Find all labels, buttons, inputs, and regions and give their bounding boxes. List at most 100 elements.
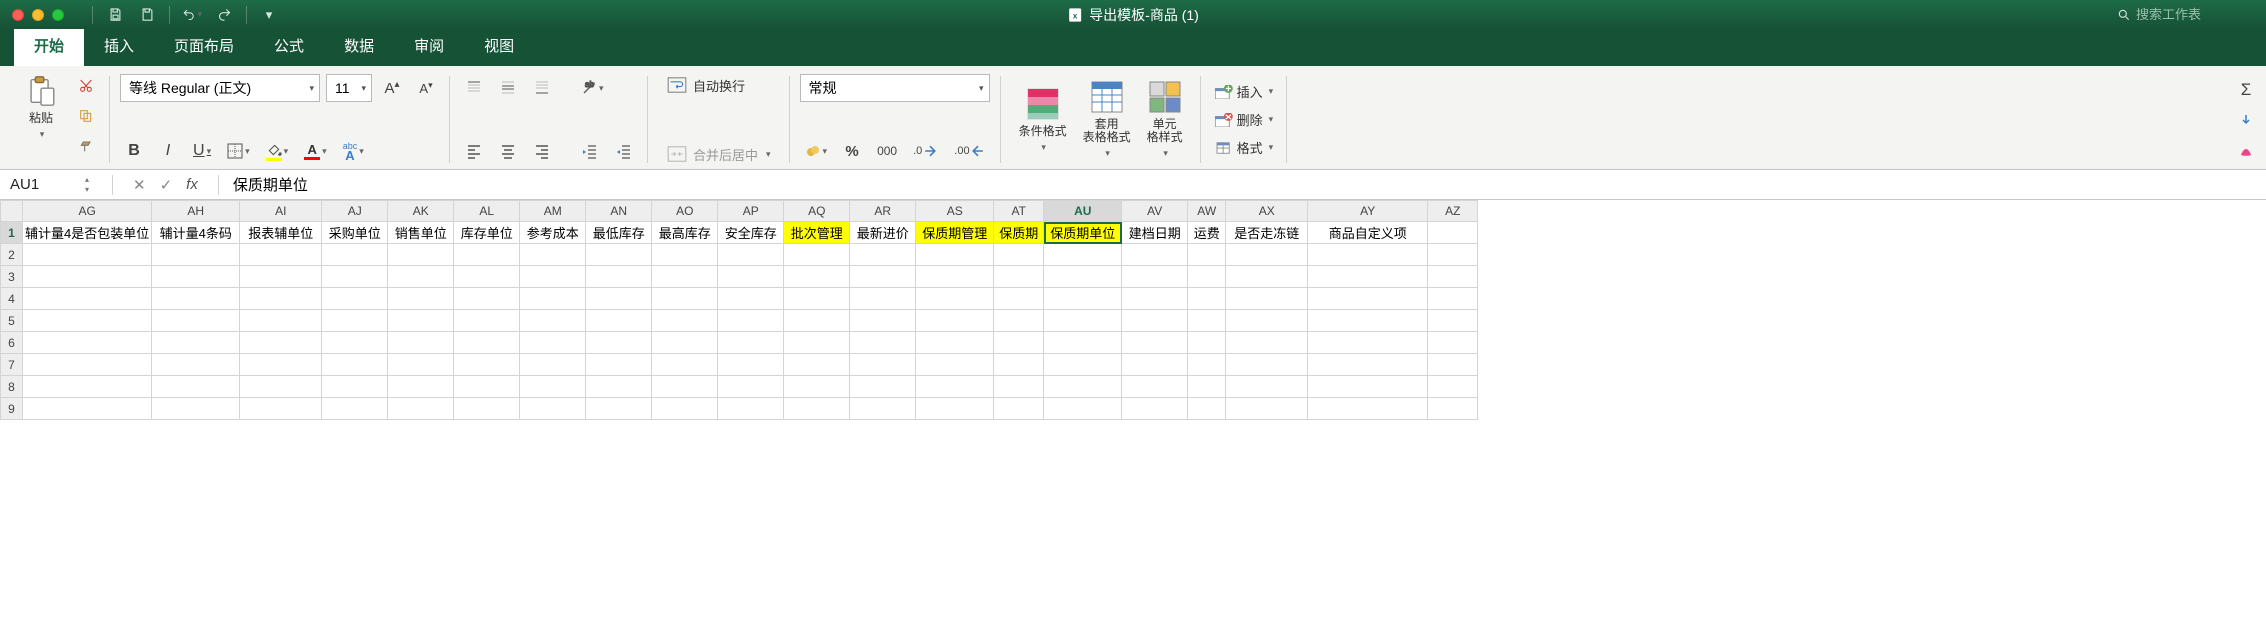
format-cells-button[interactable]: 格式▾ [1211,136,1278,160]
undo-icon[interactable]: ▾ [182,5,202,25]
cell-AM3[interactable] [520,266,586,288]
cell-AM7[interactable] [520,354,586,376]
row-header-5[interactable]: 5 [1,310,23,332]
cell-AU2[interactable] [1044,244,1122,266]
cell-AY1[interactable]: 商品自定义项 [1308,222,1428,244]
cell-AP8[interactable] [718,376,784,398]
col-header-AX[interactable]: AX [1226,201,1308,222]
copy-button[interactable] [72,102,100,130]
cell-AL9[interactable] [454,398,520,420]
cell-AQ4[interactable] [784,288,850,310]
chevron-down-icon[interactable]: ▾ [80,185,94,195]
orientation-button[interactable]: ab▾ [576,74,609,102]
font-size-picker[interactable]: 11▾ [326,74,372,102]
cell-styles-button[interactable]: 单元 格样式▾ [1139,78,1191,161]
cell-AN2[interactable] [586,244,652,266]
cell-AH7[interactable] [152,354,240,376]
cell-AS8[interactable] [916,376,994,398]
cell-AW1[interactable]: 运费 [1188,222,1226,244]
select-all-corner[interactable] [1,201,23,222]
cell-AV1[interactable]: 建档日期 [1122,222,1188,244]
cell-AY5[interactable] [1308,310,1428,332]
cell-AM6[interactable] [520,332,586,354]
cell-AX9[interactable] [1226,398,1308,420]
row-header-7[interactable]: 7 [1,354,23,376]
cell-AZ5[interactable] [1428,310,1478,332]
col-header-AY[interactable]: AY [1308,201,1428,222]
cell-AR8[interactable] [850,376,916,398]
search-input[interactable] [2136,7,2256,22]
cell-AL5[interactable] [454,310,520,332]
col-header-AW[interactable]: AW [1188,201,1226,222]
cell-AY9[interactable] [1308,398,1428,420]
cell-AS9[interactable] [916,398,994,420]
tab-view[interactable]: 视图 [464,27,534,66]
tab-insert[interactable]: 插入 [84,27,154,66]
cell-AP6[interactable] [718,332,784,354]
cell-AY7[interactable] [1308,354,1428,376]
cell-AT8[interactable] [994,376,1044,398]
wrap-text-button[interactable]: 自动换行 [658,72,780,98]
align-center-button[interactable] [494,137,522,165]
cell-AJ6[interactable] [322,332,388,354]
cell-AG6[interactable] [23,332,152,354]
italic-button[interactable]: I [154,137,182,165]
format-as-table-button[interactable]: 套用 表格格式▾ [1075,78,1139,161]
col-header-AL[interactable]: AL [454,201,520,222]
cell-AZ3[interactable] [1428,266,1478,288]
cell-AZ6[interactable] [1428,332,1478,354]
cell-AW3[interactable] [1188,266,1226,288]
cell-AN7[interactable] [586,354,652,376]
cell-AV7[interactable] [1122,354,1188,376]
align-right-button[interactable] [528,137,556,165]
bold-button[interactable]: B [120,137,148,165]
tab-review[interactable]: 审阅 [394,27,464,66]
cell-AK1[interactable]: 销售单位 [388,222,454,244]
cell-AL3[interactable] [454,266,520,288]
cell-AX8[interactable] [1226,376,1308,398]
cell-AQ8[interactable] [784,376,850,398]
cell-AU5[interactable] [1044,310,1122,332]
col-header-AS[interactable]: AS [916,201,994,222]
border-button[interactable]: ▾ [222,137,255,165]
cell-AG7[interactable] [23,354,152,376]
cell-AL4[interactable] [454,288,520,310]
row-header-6[interactable]: 6 [1,332,23,354]
minimize-icon[interactable] [32,9,44,21]
fill-button[interactable] [2232,106,2260,134]
cell-AP2[interactable] [718,244,784,266]
cell-AJ2[interactable] [322,244,388,266]
cell-AW5[interactable] [1188,310,1226,332]
cell-AO7[interactable] [652,354,718,376]
cell-AS5[interactable] [916,310,994,332]
cell-AO1[interactable]: 最高库存 [652,222,718,244]
cell-AU7[interactable] [1044,354,1122,376]
cell-AW8[interactable] [1188,376,1226,398]
cell-AI6[interactable] [240,332,322,354]
cell-AH4[interactable] [152,288,240,310]
cell-AJ9[interactable] [322,398,388,420]
chevron-up-icon[interactable]: ▴ [80,175,94,185]
cell-AS7[interactable] [916,354,994,376]
cell-AX5[interactable] [1226,310,1308,332]
cell-AW6[interactable] [1188,332,1226,354]
cell-AK5[interactable] [388,310,454,332]
qat-customize-icon[interactable]: ▾ [259,5,279,25]
redo-icon[interactable] [214,5,234,25]
zoom-icon[interactable] [52,9,64,21]
cell-AT9[interactable] [994,398,1044,420]
cell-AN9[interactable] [586,398,652,420]
tab-home[interactable]: 开始 [14,27,84,66]
cell-AN4[interactable] [586,288,652,310]
cell-AL7[interactable] [454,354,520,376]
cell-AQ6[interactable] [784,332,850,354]
cell-AT3[interactable] [994,266,1044,288]
cell-AY4[interactable] [1308,288,1428,310]
cell-AG2[interactable] [23,244,152,266]
cell-AJ7[interactable] [322,354,388,376]
cell-AH3[interactable] [152,266,240,288]
cell-AZ7[interactable] [1428,354,1478,376]
cell-AO3[interactable] [652,266,718,288]
autosum-button[interactable]: Σ [2232,76,2260,104]
cell-AQ5[interactable] [784,310,850,332]
